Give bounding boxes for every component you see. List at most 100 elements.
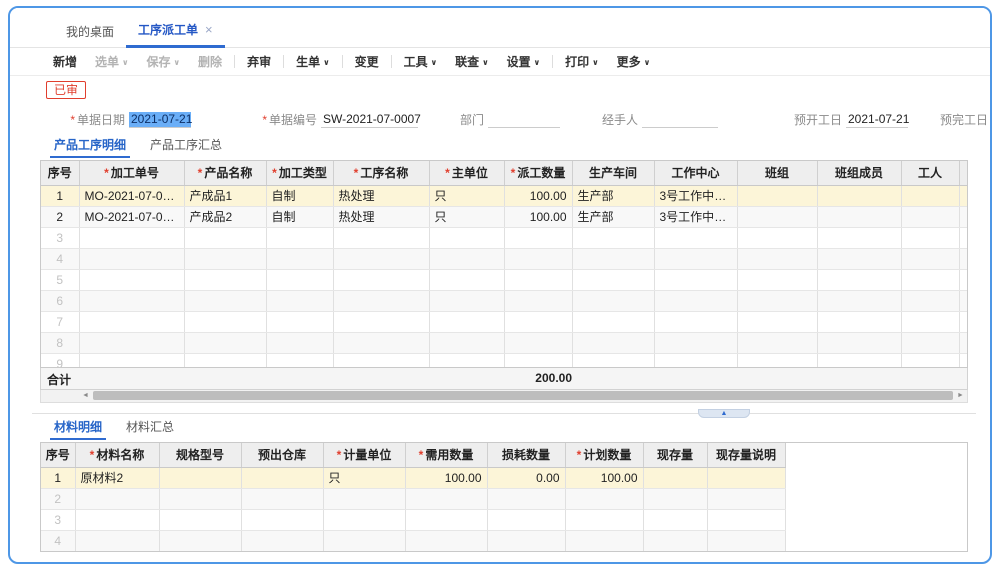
grid-cell[interactable] bbox=[323, 488, 406, 510]
grid-cell[interactable] bbox=[737, 248, 818, 270]
grid-cell[interactable] bbox=[75, 488, 160, 510]
grid-row[interactable]: 5 bbox=[41, 551, 785, 552]
grid-cell[interactable]: 只 bbox=[429, 206, 505, 228]
grid-cell[interactable]: 2 bbox=[41, 488, 76, 510]
grid-cell[interactable] bbox=[79, 353, 185, 367]
toolbar-item[interactable]: 工具 ∨ bbox=[395, 53, 447, 70]
scroll-right-icon[interactable]: ► bbox=[954, 390, 967, 401]
grid-cell[interactable] bbox=[707, 530, 786, 551]
grid-cell[interactable] bbox=[79, 332, 185, 354]
grid-cell[interactable] bbox=[654, 227, 738, 249]
grid-cell[interactable] bbox=[643, 551, 707, 552]
grid-cell[interactable] bbox=[241, 467, 324, 489]
grid-cell[interactable] bbox=[241, 488, 324, 510]
close-tab-icon[interactable]: × bbox=[205, 22, 213, 37]
grid-cell[interactable] bbox=[184, 353, 267, 367]
grid-cell[interactable]: 热处理 bbox=[333, 206, 430, 228]
grid-cell[interactable]: 3号工作中心... bbox=[654, 185, 738, 207]
grid-cell[interactable] bbox=[737, 290, 818, 312]
grid-cell[interactable] bbox=[266, 227, 334, 249]
tab-my-desktop[interactable]: 我的桌面 bbox=[54, 18, 126, 47]
grid-cell[interactable] bbox=[959, 206, 967, 228]
grid-cell[interactable] bbox=[643, 488, 708, 510]
grid-cell[interactable] bbox=[654, 269, 738, 291]
department-input[interactable] bbox=[488, 112, 560, 128]
grid-cell[interactable]: MO-2021-07-0002 bbox=[79, 185, 185, 207]
grid-cell[interactable] bbox=[654, 290, 738, 312]
grid-cell[interactable]: 100.00 bbox=[504, 206, 573, 228]
grid-cell[interactable] bbox=[504, 353, 573, 367]
grid-cell[interactable]: 100.00 bbox=[405, 467, 488, 489]
grid-cell[interactable] bbox=[75, 509, 160, 531]
grid-cell[interactable] bbox=[901, 185, 960, 207]
tab-product-process-summary[interactable]: 产品工序汇总 bbox=[146, 136, 226, 158]
grid-cell[interactable] bbox=[333, 353, 430, 367]
grid-cell[interactable] bbox=[817, 227, 902, 249]
grid-row[interactable]: 8 bbox=[41, 332, 967, 354]
grid-cell[interactable]: 自制 bbox=[266, 185, 334, 207]
grid-cell[interactable]: 热处理 bbox=[333, 185, 430, 207]
grid-cell[interactable] bbox=[79, 227, 185, 249]
grid-cell[interactable] bbox=[565, 530, 644, 551]
grid-cell[interactable] bbox=[504, 227, 573, 249]
grid-cell[interactable]: 6 bbox=[41, 290, 80, 312]
grid-cell[interactable]: 8 bbox=[41, 332, 80, 354]
grid-cell[interactable] bbox=[333, 290, 430, 312]
grid-cell[interactable] bbox=[323, 551, 405, 552]
grid-cell[interactable] bbox=[429, 353, 505, 367]
grid-cell[interactable] bbox=[429, 311, 505, 333]
grid-cell[interactable]: 0.00 bbox=[487, 467, 566, 489]
grid-cell[interactable] bbox=[817, 332, 902, 354]
grid-cell[interactable] bbox=[429, 248, 505, 270]
grid-cell[interactable] bbox=[737, 227, 818, 249]
grid-cell[interactable] bbox=[241, 509, 324, 531]
grid-cell[interactable]: 3 bbox=[41, 227, 80, 249]
grid-cell[interactable] bbox=[429, 332, 505, 354]
grid-row[interactable]: 2 bbox=[41, 488, 786, 510]
grid-cell[interactable] bbox=[572, 353, 655, 367]
grid-cell[interactable] bbox=[266, 290, 334, 312]
grid-cell[interactable] bbox=[959, 290, 967, 312]
toolbar-item[interactable]: 联查 ∨ bbox=[446, 53, 498, 70]
grid-cell[interactable] bbox=[737, 311, 818, 333]
grid-cell[interactable] bbox=[565, 551, 643, 552]
toolbar-item[interactable]: 生单 ∨ bbox=[287, 53, 339, 70]
grid-cell[interactable] bbox=[184, 290, 267, 312]
grid-cell[interactable] bbox=[429, 269, 505, 291]
grid-cell[interactable]: 3 bbox=[41, 509, 76, 531]
grid-cell[interactable] bbox=[817, 290, 902, 312]
grid-cell[interactable] bbox=[266, 269, 334, 291]
grid-cell[interactable]: 2 bbox=[41, 206, 80, 228]
grid-cell[interactable]: 生产部 bbox=[572, 206, 655, 228]
grid-cell[interactable] bbox=[405, 551, 487, 552]
toolbar-item[interactable]: 新增 bbox=[44, 53, 86, 70]
grid-cell[interactable] bbox=[959, 248, 967, 270]
tab-product-process-detail[interactable]: 产品工序明细 bbox=[50, 136, 131, 158]
grid-cell[interactable] bbox=[901, 332, 960, 354]
grid-cell[interactable] bbox=[901, 206, 960, 228]
grid-cell[interactable] bbox=[737, 269, 818, 291]
grid-row[interactable]: 1 MO-2021-07-0002 产成品1 自制 热处理只 100.00 生产部 3号工作中… bbox=[41, 185, 967, 207]
grid-cell[interactable] bbox=[159, 488, 242, 510]
grid-cell[interactable] bbox=[241, 530, 324, 551]
grid-cell[interactable] bbox=[333, 311, 430, 333]
grid-cell[interactable] bbox=[817, 185, 902, 207]
tab-process-dispatch-order[interactable]: 工序派工单 × bbox=[126, 16, 225, 48]
grid-cell[interactable] bbox=[429, 290, 505, 312]
grid-cell[interactable] bbox=[75, 551, 159, 552]
grid-cell[interactable] bbox=[333, 227, 430, 249]
tab-material-detail[interactable]: 材料明细 bbox=[50, 418, 107, 440]
grid-cell[interactable]: 9 bbox=[41, 353, 80, 367]
grid-cell[interactable]: 3号工作中心... bbox=[654, 206, 738, 228]
toolbar-item[interactable]: 设置 ∨ bbox=[498, 53, 550, 70]
grid-cell[interactable] bbox=[654, 311, 738, 333]
grid-cell[interactable] bbox=[504, 269, 573, 291]
horizontal-scrollbar[interactable]: ◄ ► bbox=[40, 390, 968, 403]
grid-cell[interactable] bbox=[159, 551, 241, 552]
grid-cell[interactable]: 4 bbox=[41, 530, 76, 551]
grid-cell[interactable]: 7 bbox=[41, 311, 80, 333]
grid-cell[interactable]: 100.00 bbox=[565, 467, 644, 489]
grid-cell[interactable] bbox=[75, 530, 160, 551]
grid-cell[interactable] bbox=[654, 353, 738, 367]
grid-cell[interactable] bbox=[79, 248, 185, 270]
